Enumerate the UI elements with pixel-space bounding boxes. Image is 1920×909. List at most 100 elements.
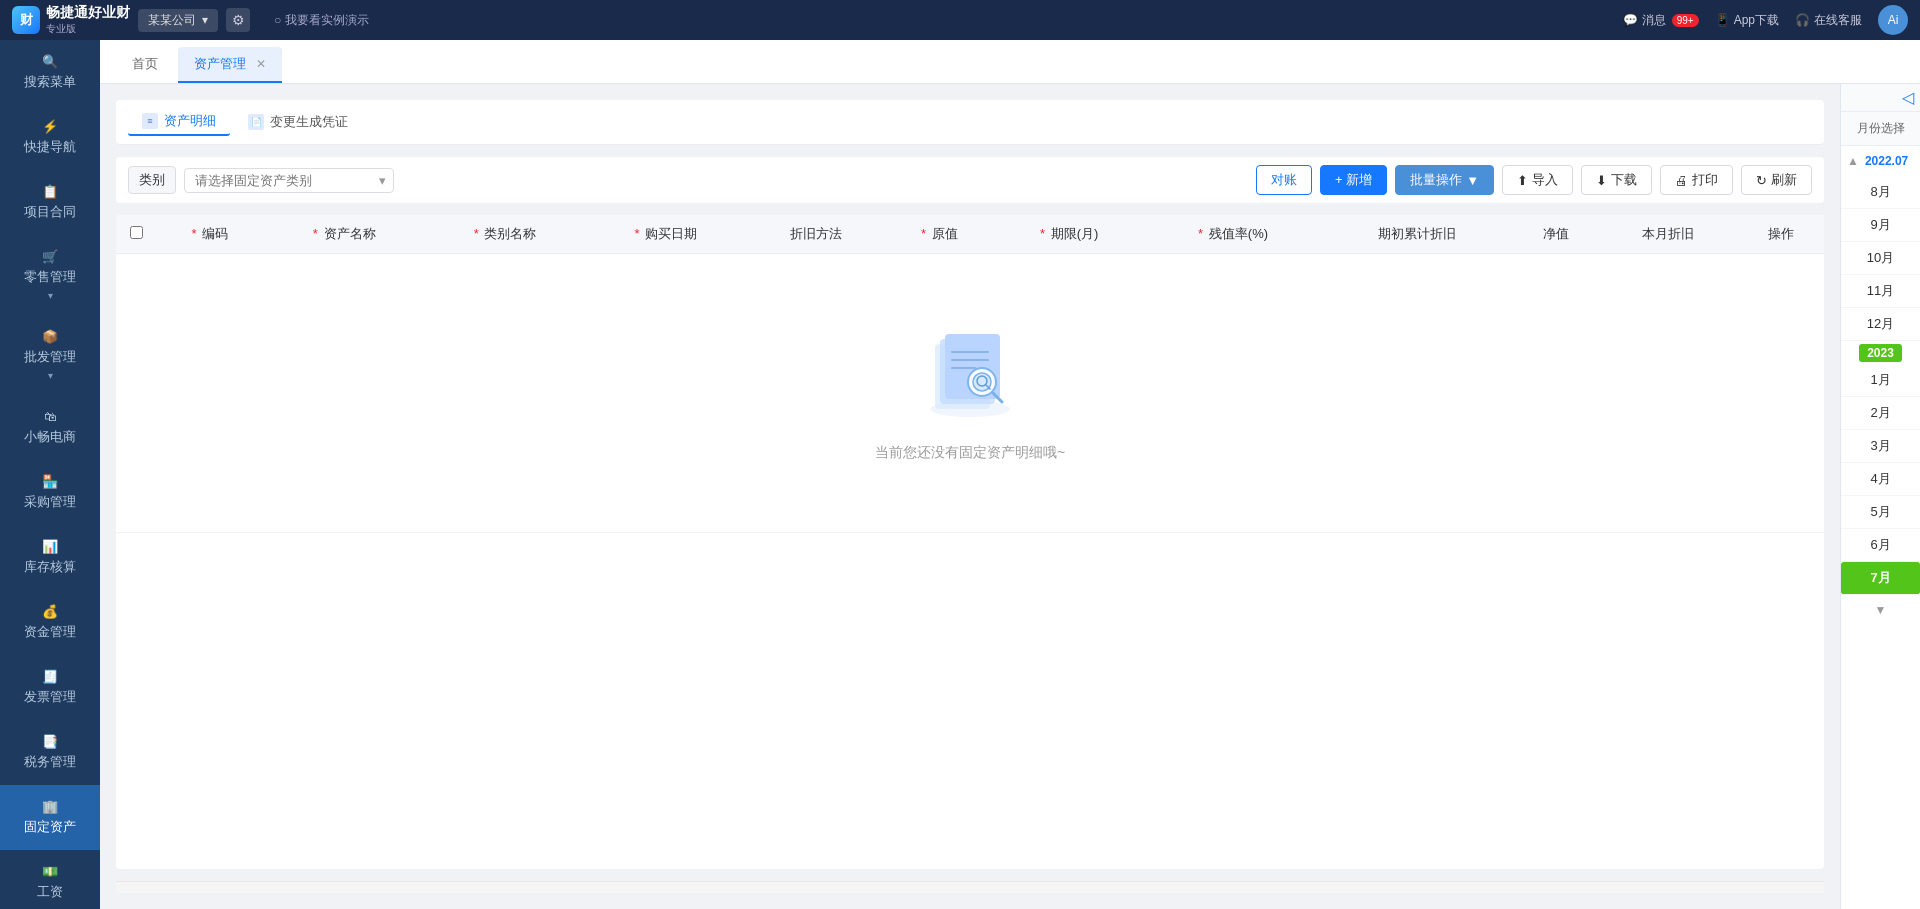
download-button[interactable]: ⬇ 下载 [1581, 165, 1652, 195]
sidebar-item-fixed-assets[interactable]: 🏢 固定资产 [0, 785, 100, 850]
th-name: * 资产名称 [264, 215, 425, 254]
month-item-7[interactable]: 7月 [1841, 562, 1920, 595]
sidebar-item-invoice[interactable]: 🧾 发票管理 [0, 655, 100, 720]
category-select[interactable] [184, 168, 394, 193]
top-bar-right: 💬 消息 99+ 📱 App下载 🎧 在线客服 Ai [1623, 5, 1908, 35]
month-item-1[interactable]: 1月 [1841, 364, 1920, 397]
year-display: 2022.07 [1859, 150, 1914, 172]
month-item-8[interactable]: 8月 [1841, 176, 1920, 209]
month-item-6[interactable]: 6月 [1841, 529, 1920, 562]
toolbar: 类别 ▾ 对账 + 新增 [116, 157, 1824, 203]
year-up-btn[interactable]: ▲ [1847, 152, 1859, 170]
sidebar-item-purchase[interactable]: 🏪 采购管理 [0, 460, 100, 525]
sidebar-item-label: 库存核算 [24, 558, 76, 576]
sub-tab-asset-detail[interactable]: ≡ 资产明细 [128, 108, 230, 136]
empty-state-row: 当前您还没有固定资产明细哦~ [116, 254, 1824, 533]
toolbar-right: 对账 + 新增 批量操作 ▼ ⬆ 导入 [1256, 165, 1812, 195]
month-panel-header: 月份选择 [1841, 112, 1920, 146]
empty-state: 当前您还没有固定资产明细哦~ [124, 264, 1816, 522]
message-btn[interactable]: 💬 消息 99+ [1623, 12, 1699, 29]
tab-home[interactable]: 首页 [116, 47, 174, 83]
sidebar-item-label: 项目合同 [24, 203, 76, 221]
add-button[interactable]: + 新增 [1320, 165, 1387, 195]
category-filter: 类别 ▾ [128, 166, 394, 194]
online-service-btn[interactable]: 🎧 在线客服 [1795, 12, 1862, 29]
th-depreciation-method: 折旧方法 [746, 215, 885, 254]
main-layout: 🔍 搜索菜单 ⚡ 快捷导航 📋 项目合同 🛒 零售管理 ▾ 📦 批发管理 ▾ 🛍… [0, 40, 1920, 909]
sidebar-item-label: 工资 [37, 883, 63, 901]
sidebar-item-inventory[interactable]: 📊 库存核算 [0, 525, 100, 590]
sidebar-item-retail[interactable]: 🛒 零售管理 ▾ [0, 235, 100, 315]
th-period: * 期限(月) [993, 215, 1145, 254]
print-button[interactable]: 🖨 打印 [1660, 165, 1733, 195]
batch-button[interactable]: 批量操作 ▼ [1395, 165, 1494, 195]
data-table: * 编码 * 资产名称 * 类别名称 [116, 215, 1824, 533]
company-selector[interactable]: 某某公司 ▾ [138, 9, 218, 32]
data-table-container: * 编码 * 资产名称 * 类别名称 [116, 215, 1824, 869]
month-item-10[interactable]: 10月 [1841, 242, 1920, 275]
reconcile-button[interactable]: 对账 [1256, 165, 1312, 195]
month-item-5[interactable]: 5月 [1841, 496, 1920, 529]
sidebar-item-wholesale[interactable]: 📦 批发管理 ▾ [0, 315, 100, 395]
demo-link[interactable]: ○ 我要看实例演示 [274, 12, 369, 29]
sidebar-item-label: 批发管理 [24, 348, 76, 366]
sidebar-item-project[interactable]: 📋 项目合同 [0, 170, 100, 235]
year-down-btn[interactable]: ▼ [1872, 601, 1890, 619]
sidebar-item-label: 固定资产 [24, 818, 76, 836]
th-residual-rate: * 残值率(%) [1145, 215, 1321, 254]
collapse-icon[interactable]: ◁ [1902, 88, 1914, 107]
inventory-icon: 📊 [42, 539, 58, 554]
settings-icon[interactable]: ⚙ [226, 8, 250, 32]
sub-tabs: ≡ 资产明细 📄 变更生成凭证 [116, 100, 1824, 145]
select-all-checkbox[interactable] [130, 226, 143, 239]
month-item-3[interactable]: 3月 [1841, 430, 1920, 463]
purchase-icon: 🏪 [42, 474, 58, 489]
retail-icon: 🛒 [42, 249, 58, 264]
sidebar-item-label: 小畅电商 [24, 428, 76, 446]
sidebar-item-finance[interactable]: 💰 资金管理 [0, 590, 100, 655]
import-icon: ⬆ [1517, 173, 1528, 188]
th-accumulated-depreciation: 期初累计折旧 [1321, 215, 1513, 254]
salary-icon: 💵 [42, 864, 58, 879]
message-icon: 💬 [1623, 13, 1638, 27]
content-area: 首页 资产管理 ✕ ≡ 资产明细 📄 变更生成凭证 [100, 40, 1920, 909]
sidebar-item-quick-nav[interactable]: ⚡ 快捷导航 [0, 105, 100, 170]
avatar[interactable]: Ai [1878, 5, 1908, 35]
horizontal-scrollbar[interactable] [116, 881, 1824, 893]
main-content: ≡ 资产明细 📄 变更生成凭证 类别 [100, 84, 1840, 909]
th-net-value: 净值 [1513, 215, 1599, 254]
refresh-button[interactable]: ↻ 刷新 [1741, 165, 1812, 195]
sidebar-item-salary[interactable]: 💵 工资 [0, 850, 100, 909]
wholesale-icon: 📦 [42, 329, 58, 344]
sidebar-item-label: 零售管理 [24, 268, 76, 286]
sidebar-item-ecommerce[interactable]: 🛍 小畅电商 [0, 395, 100, 460]
th-purchase-date: * 购买日期 [586, 215, 747, 254]
sidebar-item-tax[interactable]: 📑 税务管理 [0, 720, 100, 785]
sidebar-item-label: 搜索菜单 [24, 73, 76, 91]
sub-tab-change-voucher[interactable]: 📄 变更生成凭证 [234, 109, 362, 135]
import-button[interactable]: ⬆ 导入 [1502, 165, 1573, 195]
month-item-9[interactable]: 9月 [1841, 209, 1920, 242]
month-item-11[interactable]: 11月 [1841, 275, 1920, 308]
batch-arrow-icon: ▼ [1466, 173, 1479, 188]
month-item-12[interactable]: 12月 [1841, 308, 1920, 341]
headset-icon: 🎧 [1795, 13, 1810, 27]
year-2023-label: 2023 [1859, 344, 1902, 362]
app-download-btn[interactable]: 📱 App下载 [1715, 12, 1779, 29]
year-nav: ▲ 2022.07 [1841, 146, 1920, 176]
category-select-wrapper: ▾ [184, 168, 394, 193]
print-icon: 🖨 [1675, 173, 1688, 188]
chevron-down-icon: ▾ [202, 13, 208, 27]
demo-label: 我要看实例演示 [285, 12, 369, 29]
refresh-icon: ↻ [1756, 173, 1767, 188]
th-operation: 操作 [1738, 215, 1824, 254]
month-item-4[interactable]: 4月 [1841, 463, 1920, 496]
month-panel-toggle[interactable]: ◁ [1841, 84, 1920, 112]
invoice-icon: 🧾 [42, 669, 58, 684]
tab-asset-management[interactable]: 资产管理 ✕ [178, 47, 282, 83]
page-content: ≡ 资产明细 📄 变更生成凭证 类别 [100, 84, 1920, 909]
ecommerce-icon: 🛍 [44, 409, 57, 424]
sidebar-item-search[interactable]: 🔍 搜索菜单 [0, 40, 100, 105]
tab-close-icon[interactable]: ✕ [256, 57, 266, 71]
month-item-2[interactable]: 2月 [1841, 397, 1920, 430]
